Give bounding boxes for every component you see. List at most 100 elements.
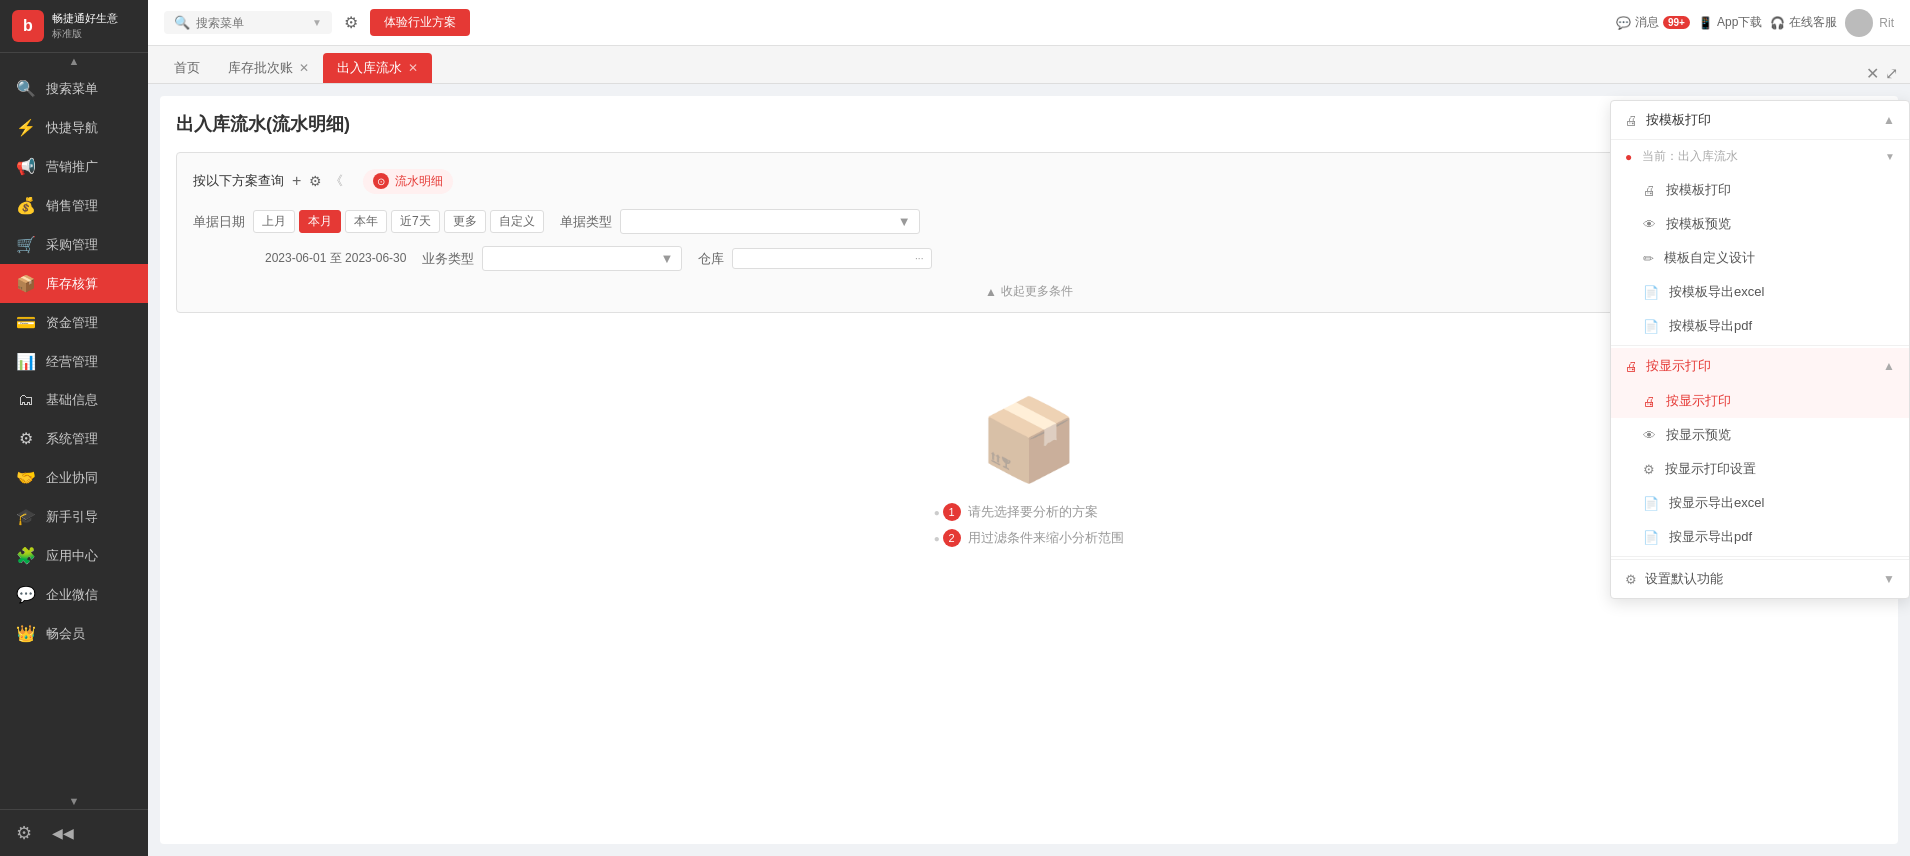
dropdown-display-print-btn[interactable]: 🖨 按显示打印 (1611, 384, 1909, 418)
message-label: 消息 (1635, 14, 1659, 31)
date-buttons: 上月 本月 本年 近7天 更多 自定义 (253, 210, 544, 233)
display-export-excel-label: 按显示导出excel (1669, 494, 1764, 512)
sidebar-item-cooperation[interactable]: 🤝 企业协同 (0, 458, 148, 497)
doc-type-select[interactable]: ▼ (620, 209, 920, 234)
filter-settings-btn[interactable]: ⚙ (309, 173, 322, 189)
filter-collapse-btn[interactable]: 《 (330, 172, 343, 190)
basic-icon: 🗂 (16, 391, 36, 409)
date-btn-this-year[interactable]: 本年 (345, 210, 387, 233)
dropdown-export-pdf-btn[interactable]: 📄 按模板导出pdf (1611, 309, 1909, 343)
selected-filter-tag[interactable]: ⊙ 流水明细 (363, 169, 453, 194)
sidebar-item-label: 畅会员 (46, 625, 85, 643)
topbar-gear-icon[interactable]: ⚙ (344, 13, 358, 32)
business-type-label: 业务类型 (422, 250, 474, 268)
app-logo-icon: b (12, 10, 44, 42)
dropdown-current-item: ● 当前：出入库流水 ▼ (1611, 140, 1909, 173)
dropdown-display-export-pdf-btn[interactable]: 📄 按显示导出pdf (1611, 520, 1909, 554)
inventory-icon: 📦 (16, 274, 36, 293)
dropdown-collapse-arrow[interactable]: ▲ (1883, 113, 1895, 127)
sidebar-item-operations[interactable]: 📊 经营管理 (0, 342, 148, 381)
sidebar-item-basic[interactable]: 🗂 基础信息 (0, 381, 148, 419)
tab-home[interactable]: 首页 (160, 53, 214, 83)
business-type-select[interactable]: ▼ (482, 246, 682, 271)
topbar: 🔍 ▼ ⚙ 体验行业方案 💬 消息 99+ 📱 App下载 🎧 在线客服 Rit (148, 0, 1910, 46)
filter-add-btn[interactable]: + (292, 172, 301, 190)
date-btn-7days[interactable]: 近7天 (391, 210, 440, 233)
display-collapse-arrow[interactable]: ▲ (1883, 359, 1895, 373)
date-btn-this-month[interactable]: 本月 (299, 210, 341, 233)
sub-excel-icon: 📄 (1643, 285, 1659, 300)
date-btn-custom[interactable]: 自定义 (490, 210, 544, 233)
selected-filter-label: 流水明细 (395, 173, 443, 190)
dropdown-set-default-btn[interactable]: ⚙ 设置默认功能 ▼ (1611, 559, 1909, 598)
sidebar-logo: b 畅捷通好生意 标准版 (0, 0, 148, 53)
sidebar-scroll-down[interactable]: ▼ (0, 793, 148, 809)
system-icon: ⚙ (16, 429, 36, 448)
dropdown-print-template-btn[interactable]: 🖨 按模板打印 (1611, 173, 1909, 207)
dropdown-display-preview-btn[interactable]: 👁 按显示预览 (1611, 418, 1909, 452)
display-excel-icon: 📄 (1643, 496, 1659, 511)
sidebar-item-marketing[interactable]: 📢 营销推广 (0, 147, 148, 186)
search-icon: 🔍 (16, 79, 36, 98)
expand-btn[interactable]: ⤢ (1885, 64, 1898, 83)
cooperation-icon: 🤝 (16, 468, 36, 487)
sidebar-item-purchase[interactable]: 🛒 采购管理 (0, 225, 148, 264)
set-default-label: 设置默认功能 (1645, 570, 1723, 588)
sidebar-item-app-center[interactable]: 🧩 应用中心 (0, 536, 148, 575)
display-eye-icon: 👁 (1643, 428, 1656, 443)
sidebar-item-inventory[interactable]: 📦 库存核算 (0, 264, 148, 303)
online-service-btn[interactable]: 🎧 在线客服 (1770, 14, 1837, 31)
dropdown-separator (1611, 345, 1909, 346)
sidebar-settings-icon[interactable]: ⚙ (16, 822, 32, 844)
sidebar-item-finance[interactable]: 💳 资金管理 (0, 303, 148, 342)
dropdown-display-print-header[interactable]: 🖨 按显示打印 ▲ (1611, 348, 1909, 384)
sidebar-item-sales[interactable]: 💰 销售管理 (0, 186, 148, 225)
sidebar-item-wechat[interactable]: 💬 企业微信 (0, 575, 148, 614)
date-btn-last-month[interactable]: 上月 (253, 210, 295, 233)
tab-inventory-batch[interactable]: 库存批次账 ✕ (214, 53, 323, 83)
dropdown-print-template-header[interactable]: 🖨 按模板打印 ▲ (1611, 101, 1909, 140)
sidebar-item-label: 库存核算 (46, 275, 98, 293)
dropdown-display-print-settings-btn[interactable]: ⚙ 按显示打印设置 (1611, 452, 1909, 486)
message-btn[interactable]: 💬 消息 99+ (1616, 14, 1690, 31)
display-settings-icon: ⚙ (1643, 462, 1655, 477)
app-download-btn[interactable]: 📱 App下载 (1698, 14, 1762, 31)
doc-type-dropdown: ▼ (898, 214, 911, 229)
sidebar-item-label: 系统管理 (46, 430, 98, 448)
dropdown-custom-template-btn[interactable]: ✏ 模板自定义设计 (1611, 241, 1909, 275)
experience-btn[interactable]: 体验行业方案 (370, 9, 470, 36)
sidebar-item-search[interactable]: 🔍 搜索菜单 (0, 69, 148, 108)
warehouse-select[interactable]: ··· (732, 248, 932, 269)
search-input[interactable] (196, 16, 306, 30)
topbar-search[interactable]: 🔍 ▼ (164, 11, 332, 34)
date-range-field: 2023-06-01 至 2023-06-30 (265, 250, 406, 267)
tab-inventory-flow-close[interactable]: ✕ (408, 61, 418, 75)
dropdown-export-excel-btn[interactable]: 📄 按模板导出excel (1611, 275, 1909, 309)
sidebar-item-system[interactable]: ⚙ 系统管理 (0, 419, 148, 458)
current-item-label: 当前：出入库流水 (1642, 148, 1738, 165)
dropdown-preview-template-btn[interactable]: 👁 按模板预览 (1611, 207, 1909, 241)
tab-inventory-flow-label: 出入库流水 (337, 59, 402, 77)
sidebar-item-quick-nav[interactable]: ⚡ 快捷导航 (0, 108, 148, 147)
sidebar-collapse-icon[interactable]: ◀◀ (52, 825, 74, 841)
message-icon: 💬 (1616, 16, 1631, 30)
search-dropdown-icon[interactable]: ▼ (312, 17, 322, 28)
filter-tag-icon: ⊙ (373, 173, 389, 189)
sidebar-item-member[interactable]: 👑 畅会员 (0, 614, 148, 653)
topbar-search-icon: 🔍 (174, 15, 190, 30)
user-info[interactable]: Rit (1845, 9, 1894, 37)
sidebar-scroll-up[interactable]: ▲ (0, 53, 148, 69)
operations-icon: 📊 (16, 352, 36, 371)
sidebar-bottom: ⚙ ◀◀ (0, 809, 148, 856)
tab-inventory-batch-close[interactable]: ✕ (299, 61, 309, 75)
sidebar-item-guide[interactable]: 🎓 新手引导 (0, 497, 148, 536)
display-print-header-label: 按显示打印 (1646, 357, 1711, 375)
close-all-tabs-btn[interactable]: ✕ (1866, 64, 1879, 83)
tabs-bar: 首页 库存批次账 ✕ 出入库流水 ✕ ✕ ⤢ (148, 46, 1910, 84)
dropdown-panel: 🖨 按模板打印 ▲ ● 当前：出入库流水 ▼ 🖨 按模板打印 👁 按模板预览 ✏… (1610, 100, 1910, 599)
tab-inventory-flow[interactable]: 出入库流水 ✕ (323, 53, 432, 83)
sidebar-nav: 🔍 搜索菜单 ⚡ 快捷导航 📢 营销推广 💰 销售管理 🛒 采购管理 📦 库存核… (0, 69, 148, 793)
dropdown-display-export-excel-btn[interactable]: 📄 按显示导出excel (1611, 486, 1909, 520)
date-btn-more[interactable]: 更多 (444, 210, 486, 233)
dropdown-footer-separator (1611, 556, 1909, 557)
